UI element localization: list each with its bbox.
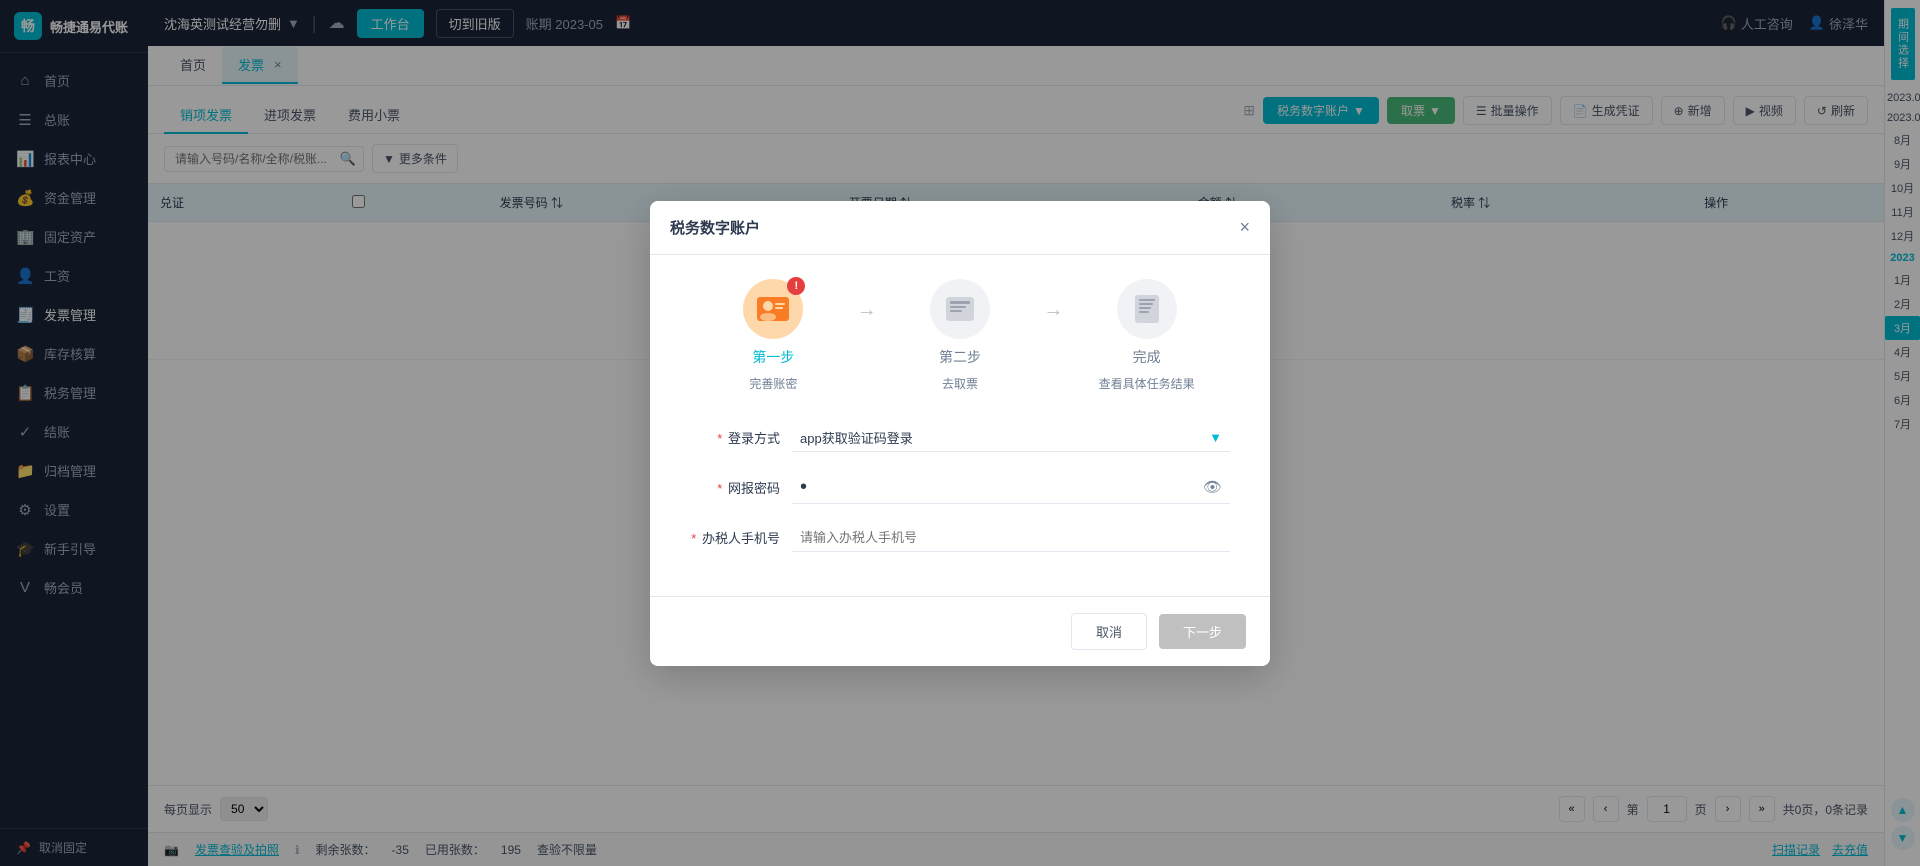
step-2-sublabel: 去取票: [942, 375, 978, 392]
modal-footer: 取消 下一步: [650, 596, 1270, 666]
steps-indicator: ! 第一步 完善账密 →: [690, 279, 1230, 392]
step-2-label: 第二步: [939, 347, 981, 367]
taxpayer-phone-label: * 办税人手机号: [690, 528, 780, 547]
login-method-value: app获取验证码登录: [800, 428, 913, 447]
password-label: * 网报密码: [690, 478, 780, 497]
step-1-label: 第一步: [752, 347, 794, 367]
taxpayer-phone-row: * 办税人手机号: [690, 524, 1230, 552]
taxpayer-phone-input[interactable]: [792, 524, 1230, 552]
next-step-button[interactable]: 下一步: [1159, 614, 1246, 649]
tax-digital-account-modal: 税务数字账户 ×: [650, 201, 1270, 666]
modal-body: ! 第一步 完善账密 →: [650, 255, 1270, 596]
select-chevron-icon: ▼: [1209, 430, 1222, 445]
step-arrow-1: →: [857, 279, 877, 322]
step-1-icon: !: [743, 279, 803, 339]
modal-overlay[interactable]: 税务数字账户 ×: [0, 0, 1920, 866]
modal-close-button[interactable]: ×: [1239, 217, 1250, 238]
modal-title: 税务数字账户: [670, 217, 760, 238]
step-2-svg: [942, 291, 978, 327]
step-3-label: 完成: [1133, 347, 1161, 367]
step-1-svg: [755, 291, 791, 327]
step-2: 第二步 去取票: [877, 279, 1044, 392]
login-method-select[interactable]: app获取验证码登录 ▼: [792, 424, 1230, 452]
password-row: * 网报密码 • 👁: [690, 472, 1230, 504]
step-1-badge: !: [787, 277, 805, 295]
step-1-sublabel: 完善账密: [749, 375, 797, 392]
step-2-icon: [930, 279, 990, 339]
step-3-icon: [1117, 279, 1177, 339]
cancel-button[interactable]: 取消: [1071, 613, 1147, 650]
step-1: ! 第一步 完善账密: [690, 279, 857, 392]
login-method-row: * 登录方式 app获取验证码登录 ▼: [690, 424, 1230, 452]
login-method-label: * 登录方式: [690, 428, 780, 447]
password-toggle-icon[interactable]: 👁: [1203, 478, 1222, 496]
step-3-sublabel: 查看具体任务结果: [1099, 375, 1195, 392]
password-dot: •: [800, 476, 807, 499]
step-3-svg: [1129, 291, 1165, 327]
step-3: 完成 查看具体任务结果: [1063, 279, 1230, 392]
step-arrow-2: →: [1043, 279, 1063, 322]
modal-header: 税务数字账户 ×: [650, 201, 1270, 255]
password-field[interactable]: • 👁: [792, 472, 1230, 504]
